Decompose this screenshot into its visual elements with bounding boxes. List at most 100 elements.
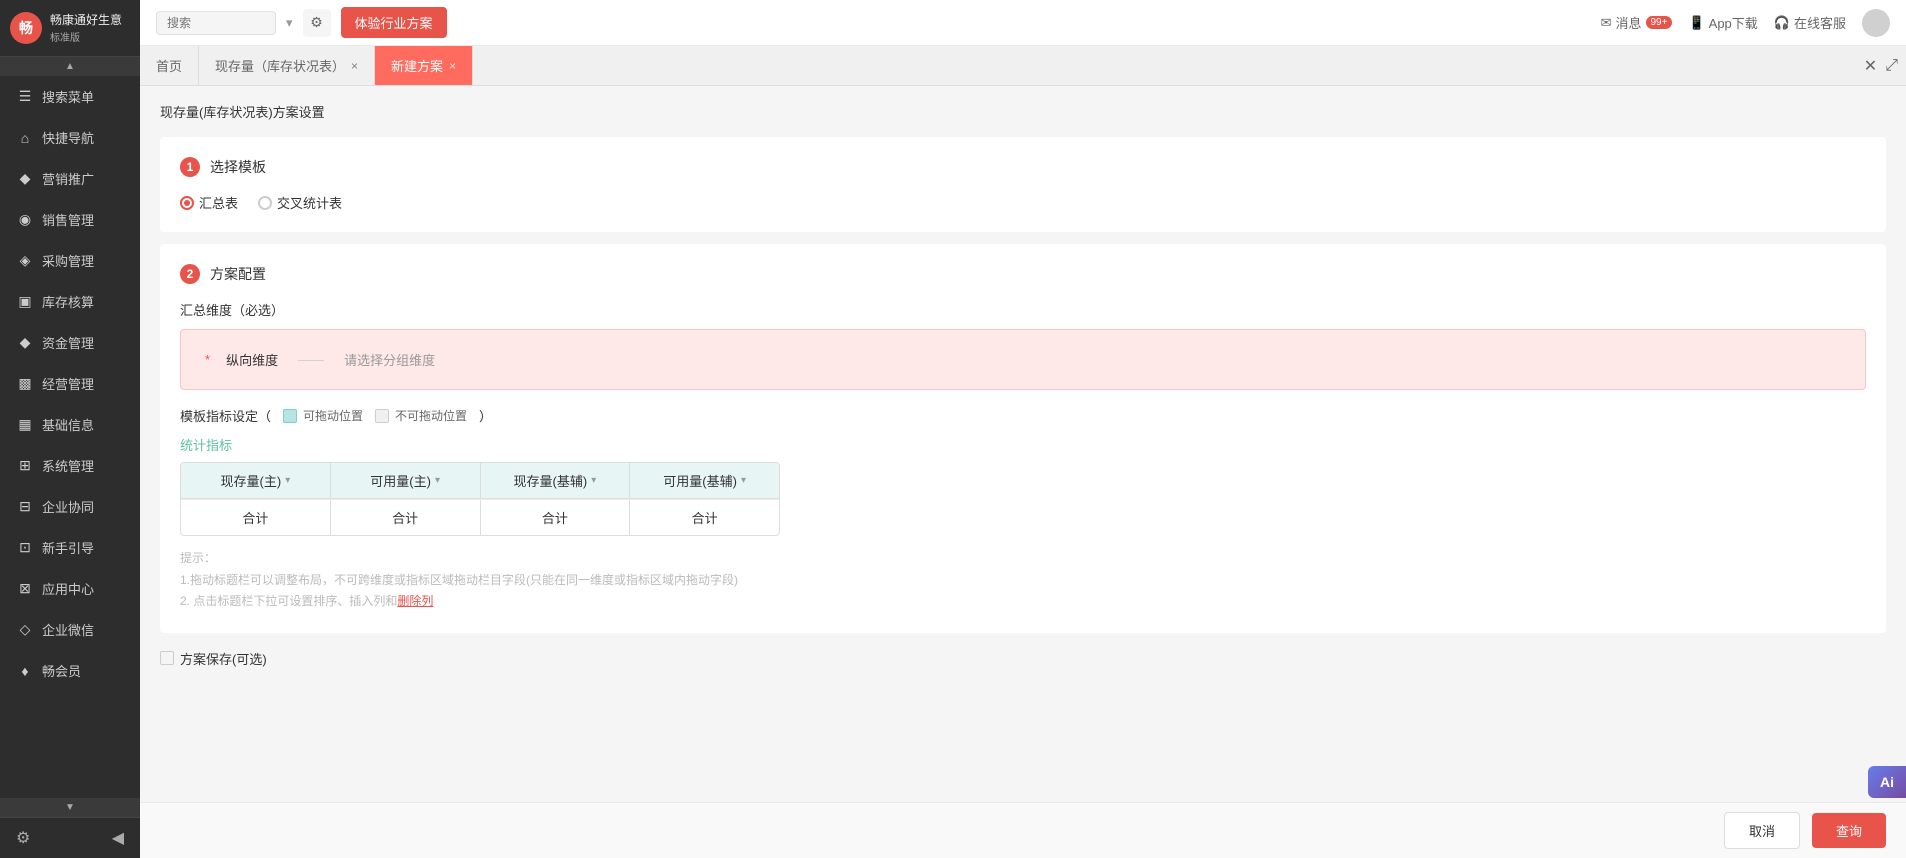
messages-item[interactable]: ✉ 消息 99+ (1601, 13, 1673, 32)
radio-summary-circle (180, 196, 194, 210)
stats-table: 现存量(主) ▾ 可用量(主) ▾ 现存量(基辅) ▾ 可用量(基辅) (180, 462, 780, 536)
dropdown-icon[interactable]: ▾ (286, 15, 293, 31)
indicators-label: 模板指标设定（ 可拖动位置 不可拖动位置 ） (180, 406, 1866, 425)
dimension-label: 纵向维度 (226, 350, 278, 369)
sidebar-item-sales[interactable]: ◉ 销售管理 (0, 199, 140, 240)
tab-home[interactable]: 首页 (140, 46, 199, 85)
stats-header-2[interactable]: 现存量(基辅) ▾ (481, 463, 631, 498)
message-icon: ✉ (1601, 15, 1612, 31)
sidebar-item-app-center[interactable]: ⊠ 应用中心 (0, 568, 140, 609)
radio-cross-label: 交叉统计表 (277, 193, 342, 212)
sales-icon: ◉ (16, 211, 34, 229)
tab-inventory-status-label: 现存量（库存状况表） (215, 56, 345, 75)
sidebar-item-search-menu[interactable]: ☰ 搜索菜单 (0, 76, 140, 117)
sidebar-item-label: 企业微信 (42, 620, 94, 639)
sidebar-item-label: 经营管理 (42, 374, 94, 393)
sidebar-item-finance[interactable]: ◆ 资金管理 (0, 322, 140, 363)
marketing-icon: ◆ (16, 170, 34, 188)
query-button[interactable]: 查询 (1812, 813, 1886, 848)
search-input[interactable] (156, 11, 276, 35)
stats-header-3[interactable]: 可用量(基辅) ▾ (630, 463, 779, 498)
sidebar-item-label: 资金管理 (42, 333, 94, 352)
scheme-save-label: 方案保存(可选) (180, 649, 267, 668)
radio-cross[interactable]: 交叉统计表 (258, 193, 342, 212)
stats-header-0[interactable]: 现存量(主) ▾ (181, 463, 331, 498)
gear-button[interactable]: ⚙ (303, 9, 331, 37)
tab-new-scheme-close[interactable]: × (449, 59, 456, 73)
dimension-placeholder[interactable]: 请选择分组维度 (344, 350, 435, 369)
chevron-down-icon-3: ▾ (741, 475, 746, 486)
basic-info-icon: ▦ (16, 416, 34, 434)
app-download-label: App下载 (1709, 13, 1758, 32)
tab-inventory-status[interactable]: 现存量（库存状况表） × (199, 46, 375, 85)
industry-btn[interactable]: 体验行业方案 (341, 7, 447, 38)
sidebar-item-newcomer[interactable]: ⊡ 新手引导 (0, 527, 140, 568)
stats-cell-3: 合计 (630, 500, 779, 535)
cancel-button[interactable]: 取消 (1724, 812, 1800, 849)
sidebar-item-basic-info[interactable]: ▦ 基础信息 (0, 404, 140, 445)
tip-1: 1.拖动标题栏可以调整布局，不可跨维度或指标区域拖动栏目字段(只能在同一维度或指… (180, 570, 1866, 592)
topbar-right: ✉ 消息 99+ 📱 App下载 🎧 在线客服 (1601, 9, 1890, 37)
tab-expand-icon[interactable]: ⤢ (1885, 57, 1898, 75)
template-radio-group: 汇总表 交叉统计表 (180, 193, 1866, 212)
tab-inventory-status-close[interactable]: × (351, 59, 358, 73)
sidebar-nav: ☰ 搜索菜单 ⌂ 快捷导航 ◆ 营销推广 ◉ 销售管理 ◈ 采购管理 ▣ 库存核… (0, 76, 140, 798)
tabbar-right: ✕ ⤢ (1864, 56, 1906, 76)
tip-2: 2. 点击标题栏下拉可设置排序、插入列和删除列 (180, 591, 1866, 613)
sidebar-item-member[interactable]: ♦ 畅会员 (0, 650, 140, 691)
ai-badge[interactable]: Ai (1868, 766, 1906, 798)
indicators-close: ） (479, 406, 492, 425)
avatar[interactable] (1862, 9, 1890, 37)
cooperation-icon: ⊟ (16, 498, 34, 516)
newcomer-icon: ⊡ (16, 539, 34, 557)
aggregation-label: 汇总维度（必选） (180, 300, 1866, 319)
legend-draggable-label: 可拖动位置 (303, 407, 363, 424)
sidebar: 畅 畅康通好生意 标准版 ▲ ☰ 搜索菜单 ⌂ 快捷导航 ◆ 营销推广 ◉ 销售… (0, 0, 140, 858)
sidebar-item-operations[interactable]: ▩ 经营管理 (0, 363, 140, 404)
tab-new-scheme[interactable]: 新建方案 × (375, 46, 473, 85)
sidebar-scroll-up[interactable]: ▲ (0, 57, 140, 76)
section2-header: 2 方案配置 (180, 264, 1866, 284)
app-center-icon: ⊠ (16, 580, 34, 598)
sidebar-item-wechat[interactable]: ◇ 企业微信 (0, 609, 140, 650)
sidebar-scroll-down[interactable]: ▼ (0, 798, 140, 817)
sidebar-item-system[interactable]: ⊞ 系统管理 (0, 445, 140, 486)
sidebar-item-label: 销售管理 (42, 210, 94, 229)
help-icon[interactable]: ◀ (112, 828, 124, 848)
stats-cell-0: 合计 (181, 500, 331, 535)
sidebar-item-marketing[interactable]: ◆ 营销推广 (0, 158, 140, 199)
settings-icon[interactable]: ⚙ (16, 828, 30, 848)
sidebar-item-inventory[interactable]: ▣ 库存核算 (0, 281, 140, 322)
topbar: ▾ ⚙ 体验行业方案 ✉ 消息 99+ 📱 App下载 🎧 在线客服 (140, 0, 1906, 46)
scheme-save-checkbox[interactable] (160, 651, 174, 665)
stats-header-1[interactable]: 可用量(主) ▾ (331, 463, 481, 498)
tab-close-window-icon[interactable]: ✕ (1864, 56, 1877, 76)
sidebar-item-label: 搜索菜单 (42, 87, 94, 106)
main-area: ▾ ⚙ 体验行业方案 ✉ 消息 99+ 📱 App下载 🎧 在线客服 首页 (140, 0, 1906, 858)
radio-summary-label: 汇总表 (199, 193, 238, 212)
section1-card: 1 选择模板 汇总表 交叉统计表 (160, 137, 1886, 232)
sidebar-item-label: 营销推广 (42, 169, 94, 188)
sidebar-item-purchase[interactable]: ◈ 采购管理 (0, 240, 140, 281)
sidebar-item-label: 畅会员 (42, 661, 81, 680)
delete-col-link[interactable]: 删除列 (397, 594, 433, 608)
legend-draggable: 可拖动位置 (283, 407, 363, 424)
radio-summary[interactable]: 汇总表 (180, 193, 238, 212)
wechat-icon: ◇ (16, 621, 34, 639)
legend-nondraggable-label: 不可拖动位置 (395, 407, 467, 424)
app-download-icon: 📱 (1688, 15, 1704, 31)
sidebar-item-cooperation[interactable]: ⊟ 企业协同 (0, 486, 140, 527)
stats-cell-1-label: 合计 (392, 508, 418, 527)
bottom-bar: 取消 查询 (140, 802, 1906, 858)
stats-header-2-label: 现存量(基辅) (514, 471, 588, 490)
sidebar-item-label: 企业协同 (42, 497, 94, 516)
stats-table-row: 合计 合计 合计 合计 (181, 499, 779, 535)
online-service-item[interactable]: 🎧 在线客服 (1774, 13, 1846, 32)
sidebar-item-quick-nav[interactable]: ⌂ 快捷导航 (0, 117, 140, 158)
purchase-icon: ◈ (16, 252, 34, 270)
quick-nav-icon: ⌂ (16, 129, 34, 147)
tips-title: 提示： (180, 551, 223, 565)
stats-header-3-label: 可用量(基辅) (663, 471, 737, 490)
app-download-item[interactable]: 📱 App下载 (1688, 13, 1757, 32)
stats-cell-1: 合计 (331, 500, 481, 535)
